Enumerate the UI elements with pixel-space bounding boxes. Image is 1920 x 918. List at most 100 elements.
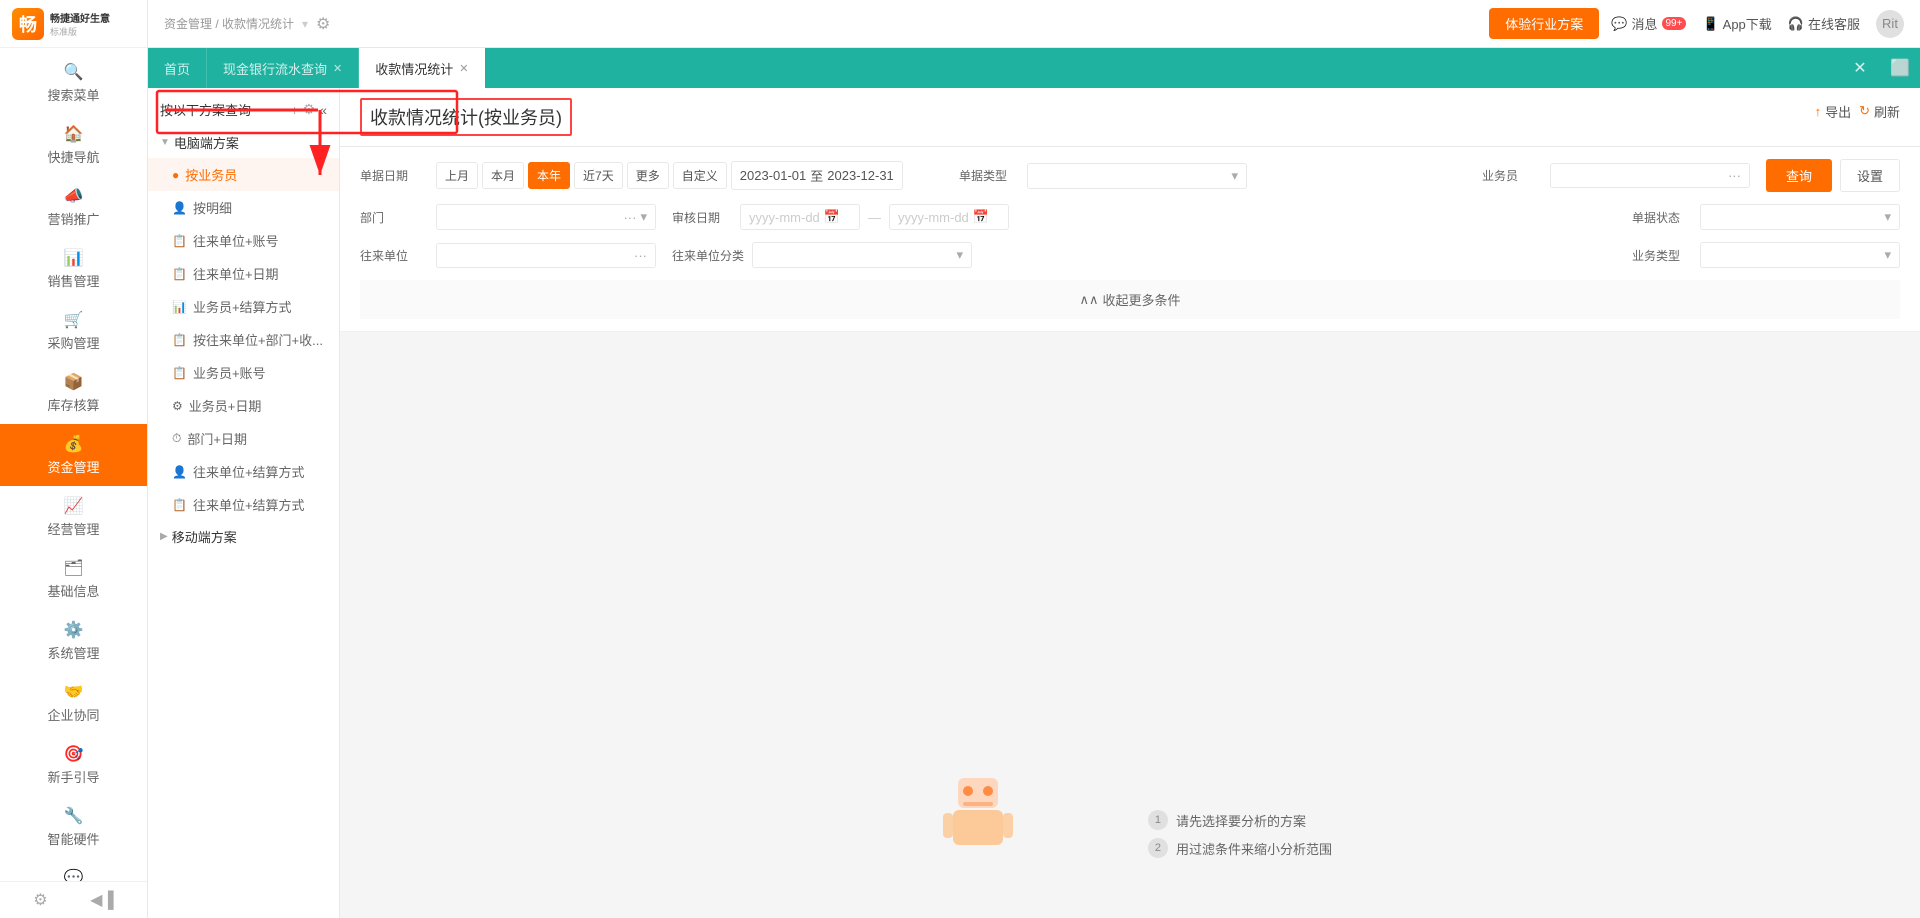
sidebar-label-system: 系统管理 (47, 643, 99, 662)
scheme-item-party-dept[interactable]: 📋 按往来单位+部门+收... (148, 323, 339, 356)
collapse-more-btn[interactable]: ∧∧ 收起更多条件 (360, 280, 1900, 319)
mobile-group-header[interactable]: ▶ 移动端方案 (148, 521, 339, 552)
tab-home[interactable]: 首页 (148, 48, 207, 88)
tab-collection[interactable]: 收款情况统计 ✕ (359, 48, 485, 88)
online-service-btn[interactable]: 🎧 在线客服 (1788, 14, 1860, 33)
collapse-more-label: 收起更多条件 (1103, 290, 1181, 309)
settings-bottom-icon[interactable]: ⚙ (33, 890, 47, 910)
party-category-group: 往来单位分类 ▾ (672, 242, 1616, 268)
sidebar-label-operation: 经营管理 (47, 519, 99, 538)
sidebar-item-operation[interactable]: 📈 经营管理 (0, 486, 147, 548)
sidebar-item-finance[interactable]: 💰 资金管理 (0, 424, 147, 486)
scheme-item-salesperson[interactable]: ● 按业务员 (148, 158, 339, 191)
operation-icon: 📈 (64, 496, 84, 516)
scheme-item-sales-account[interactable]: 📋 业务员+账号 (148, 356, 339, 389)
review-date-from[interactable]: yyyy-mm-dd 📅 (740, 204, 860, 230)
scheme-item-dept-date[interactable]: ⏱ 部门+日期 (148, 422, 339, 455)
review-date-to[interactable]: yyyy-mm-dd 📅 (889, 204, 1009, 230)
date-dash: — (868, 210, 881, 225)
trial-btn[interactable]: 体验行业方案 (1489, 8, 1599, 39)
dept-select[interactable]: ··· ▾ (436, 204, 656, 230)
online-service-label: 在线客服 (1808, 14, 1860, 33)
scheme-settings-btn[interactable]: ⚙ (303, 101, 316, 118)
date-btn-last-month[interactable]: 上月 (436, 162, 478, 189)
scheme-sales-account-icon: 📋 (172, 366, 187, 380)
date-btn-custom[interactable]: 自定义 (673, 162, 727, 189)
scheme-active-icon: ● (172, 168, 179, 182)
scheme-party-date-icon: 📋 (172, 267, 187, 281)
salesperson-label: 业务员 (1482, 167, 1542, 184)
collapse-bottom-icon[interactable]: ◀▐ (90, 890, 114, 910)
maximize-window-btn[interactable]: ⬜ (1880, 48, 1920, 88)
scheme-item-party-settle1[interactable]: 👤 往来单位+结算方式 (148, 455, 339, 488)
scheme-dept-date-icon: ⏱ (172, 431, 181, 446)
date-btn-this-year[interactable]: 本年 (528, 162, 570, 189)
sidebar-label-sales: 销售管理 (47, 271, 99, 290)
inventory-icon: 📦 (64, 372, 84, 392)
sidebar-item-sales[interactable]: 📊 销售管理 (0, 238, 147, 300)
sidebar-label-marketing: 营销推广 (47, 209, 99, 228)
scheme-item-detail[interactable]: 👤 按明细 (148, 191, 339, 224)
close-window-btn[interactable]: ✕ (1840, 48, 1880, 88)
refresh-icon: ↻ (1859, 103, 1870, 119)
sidebar-item-guide[interactable]: 🎯 新手引导 (0, 734, 147, 796)
sidebar-item-hardware[interactable]: 🔧 智能硬件 (0, 796, 147, 858)
export-btn[interactable]: ↑ 导出 (1815, 102, 1852, 121)
voucher-status-select[interactable]: ▾ (1700, 204, 1900, 230)
sidebar-item-purchase[interactable]: 🛒 采购管理 (0, 300, 147, 362)
settings-btn[interactable]: 设置 (1840, 159, 1900, 192)
user-name: Rit (1882, 16, 1898, 31)
filter-area: 单据日期 上月 本月 本年 近7天 更多 自定义 2023-01-01 至 20… (340, 147, 1920, 332)
logo-text: 畅捷通好生意 标准版 (50, 10, 110, 38)
query-btn[interactable]: 查询 (1766, 159, 1832, 192)
sidebar-item-search[interactable]: 🔍 搜索菜单 (0, 52, 147, 114)
scheme-item-party-settle1-label: 往来单位+结算方式 (193, 462, 305, 481)
desktop-group-header[interactable]: ▼ 电脑端方案 (148, 127, 339, 158)
party-more[interactable]: ··· (634, 248, 647, 263)
biz-type-select[interactable]: ▾ (1700, 242, 1900, 268)
date-btn-7days[interactable]: 近7天 (574, 162, 623, 189)
page-title: 收款情况统计(按业务员) (370, 108, 562, 128)
finance-icon: 💰 (64, 434, 84, 454)
salesperson-more[interactable]: ··· (1728, 168, 1741, 183)
tab-bank-close-icon[interactable]: ✕ (333, 62, 342, 75)
salesperson-select[interactable]: ··· (1550, 163, 1750, 188)
party-select[interactable]: ··· (436, 243, 656, 268)
scheme-item-party-account[interactable]: 📋 往来单位+账号 (148, 224, 339, 257)
sidebar-item-wechat[interactable]: 💬 企业微信 (0, 858, 147, 881)
content-area: 按以下方案查询 + ⚙ « ▼ 电脑端方案 ● 按业务员 👤 (148, 88, 1920, 918)
refresh-btn[interactable]: ↻ 刷新 (1859, 102, 1900, 121)
sidebar-item-company[interactable]: 🤝 企业协同 (0, 672, 147, 734)
company-icon: 🤝 (64, 682, 84, 702)
scheme-item-party-date[interactable]: 📋 往来单位+日期 (148, 257, 339, 290)
user-avatar[interactable]: Rit (1876, 10, 1904, 38)
scheme-item-salesperson-label: 按业务员 (185, 165, 237, 184)
scheme-item-sales-date[interactable]: ⚙ 业务员+日期 (148, 389, 339, 422)
voucher-type-select[interactable]: ▾ (1027, 163, 1247, 189)
scheme-add-btn[interactable]: + (290, 102, 298, 118)
tab-collection-close-icon[interactable]: ✕ (459, 62, 468, 75)
dept-more[interactable]: ··· (623, 210, 636, 225)
date-btn-this-month[interactable]: 本月 (482, 162, 524, 189)
topbar-settings-icon[interactable]: ⚙ (316, 14, 330, 34)
empty-content: 1 请先选择要分析的方案 2 用过滤条件来缩小分析范围 (340, 332, 1920, 918)
sidebar-item-marketing[interactable]: 📣 营销推广 (0, 176, 147, 238)
sidebar-item-inventory[interactable]: 📦 库存核算 (0, 362, 147, 424)
empty-hint: 1 请先选择要分析的方案 2 用过滤条件来缩小分析范围 (1148, 810, 1332, 858)
date-btn-more[interactable]: 更多 (627, 162, 669, 189)
topbar-left: 资金管理 / 收款情况统计 ▾ ⚙ (164, 14, 1477, 34)
desktop-scheme-group: ▼ 电脑端方案 ● 按业务员 👤 按明细 📋 往来单位+账号 (148, 127, 339, 521)
tab-bank[interactable]: 现金银行流水查询 ✕ (207, 48, 359, 88)
scheme-item-party-settle2[interactable]: 📋 往来单位+结算方式 (148, 488, 339, 521)
message-btn[interactable]: 💬 消息 99+ (1611, 14, 1686, 33)
sidebar-item-basic[interactable]: 🗂 基础信息 (0, 548, 147, 610)
date-range-input[interactable]: 2023-01-01 至 2023-12-31 (731, 161, 903, 190)
scheme-item-sales-settle[interactable]: 📊 业务员+结算方式 (148, 290, 339, 323)
app-download-btn[interactable]: 📱 App下载 (1702, 14, 1771, 33)
scheme-collapse-btn[interactable]: « (319, 102, 327, 118)
hint-text-2: 用过滤条件来缩小分析范围 (1176, 839, 1332, 858)
sidebar-item-quicknav[interactable]: 🏠 快捷导航 (0, 114, 147, 176)
party-category-select[interactable]: ▾ (752, 242, 972, 268)
sidebar-item-system[interactable]: ⚙️ 系统管理 (0, 610, 147, 672)
party-category-label: 往来单位分类 (672, 247, 744, 264)
